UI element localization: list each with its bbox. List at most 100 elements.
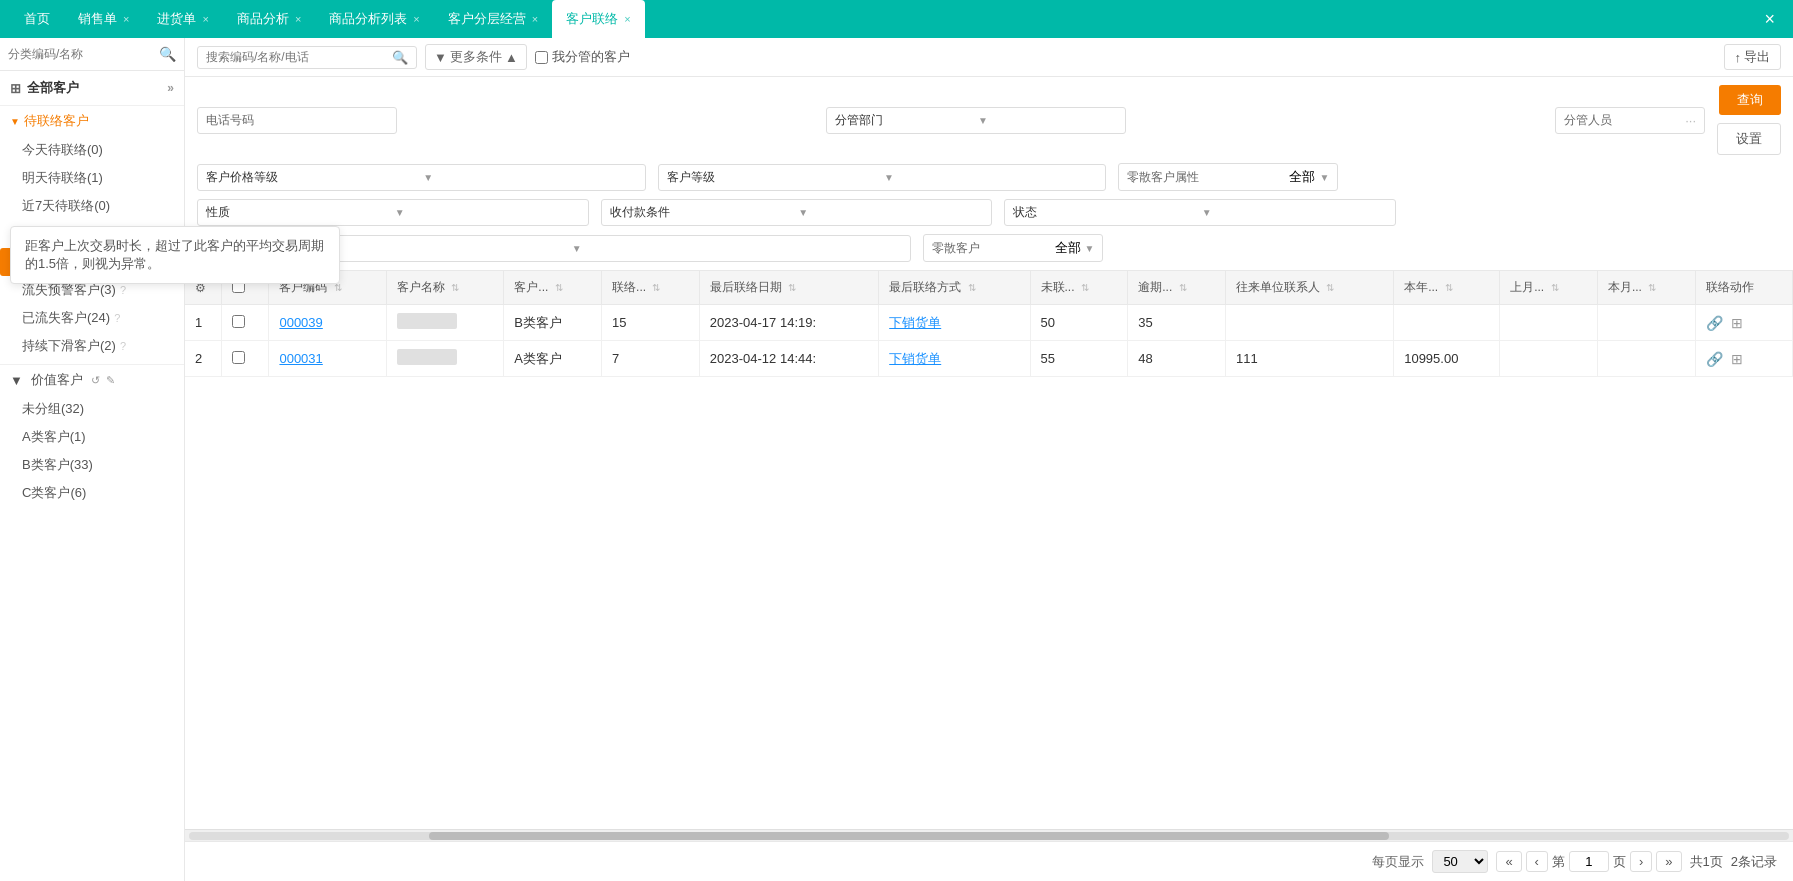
- more-conditions-button[interactable]: ▼ 更多条件 ▲: [425, 44, 527, 70]
- info-icon-3: ?: [114, 312, 120, 324]
- sidebar-item-lost[interactable]: 已流失客户(24) ?: [0, 304, 184, 332]
- sort-name[interactable]: ⇅: [451, 282, 459, 293]
- td-company-1: [1225, 305, 1393, 341]
- sidebar-item-class-b[interactable]: B类客户(33): [0, 451, 184, 479]
- sidebar-item-declining[interactable]: 持续下滑客户(2) ?: [0, 332, 184, 360]
- sidebar-search-input[interactable]: [8, 47, 159, 61]
- close-product-list-tab[interactable]: ×: [413, 0, 419, 38]
- info-icon-4: ?: [120, 340, 126, 352]
- action-link-icon-2[interactable]: 🔗: [1706, 351, 1723, 367]
- sidebar-item-today[interactable]: 今天待联络(0): [0, 136, 184, 164]
- nav-home[interactable]: 首页: [10, 0, 64, 38]
- my-customers-check[interactable]: [535, 51, 548, 64]
- td-last-method-1: 下销货单: [879, 305, 1030, 341]
- last-page-button[interactable]: »: [1656, 851, 1681, 872]
- sort-overdue[interactable]: ⇅: [1179, 282, 1187, 293]
- horizontal-scrollbar[interactable]: [185, 829, 1793, 841]
- close-sales-tab[interactable]: ×: [123, 0, 129, 38]
- tree-group-pending-label[interactable]: ▼ 待联络客户: [0, 106, 184, 136]
- sort-type[interactable]: ⇅: [555, 282, 563, 293]
- sort-last-month[interactable]: ⇅: [1551, 282, 1559, 293]
- action-link-icon-1[interactable]: 🔗: [1706, 315, 1723, 331]
- sort-last-date[interactable]: ⇅: [788, 282, 796, 293]
- sidebar-item-class-c[interactable]: C类客户(6): [0, 479, 184, 507]
- first-page-button[interactable]: «: [1496, 851, 1521, 872]
- th-this-month: 本月... ⇅: [1597, 271, 1695, 305]
- blurred-name-2: [397, 349, 457, 365]
- td-index-1: 1: [185, 305, 221, 341]
- close-customer-layer-tab[interactable]: ×: [532, 0, 538, 38]
- manager-dots[interactable]: ···: [1685, 113, 1696, 128]
- sidebar-item-class-a[interactable]: A类客户(1): [0, 423, 184, 451]
- td-this-month-2: [1597, 341, 1695, 377]
- action-grid-icon-1[interactable]: ⊞: [1731, 315, 1743, 331]
- sidebar-search-icon[interactable]: 🔍: [159, 46, 176, 62]
- th-contact-count: 联络... ⇅: [602, 271, 700, 305]
- prev-page-button[interactable]: ‹: [1526, 851, 1548, 872]
- last-method-link-2[interactable]: 下销货单: [889, 351, 941, 366]
- retail-customer-arrow[interactable]: ▼: [1085, 243, 1095, 254]
- price-grade-select[interactable]: 客户价格等级 ▼: [197, 164, 646, 191]
- sort-uncontacted[interactable]: ⇅: [1081, 282, 1089, 293]
- nav-product-list[interactable]: 商品分析列表 ×: [315, 0, 433, 38]
- refresh-icon[interactable]: ↺: [91, 374, 100, 387]
- query-button[interactable]: 查询: [1719, 85, 1781, 115]
- nav-customer-contact[interactable]: 客户联络 ×: [552, 0, 644, 38]
- sort-last-method[interactable]: ⇅: [968, 282, 976, 293]
- bottom-bar: 每页显示 50 100 « ‹ 第 页 › » 共1页 2条记录: [185, 841, 1793, 881]
- td-code-2[interactable]: 000031: [269, 341, 386, 377]
- td-last-month-1: [1500, 305, 1598, 341]
- table-area: ⚙ 客户编码 ⇅ 客户名称 ⇅ 客户... ⇅ 联络... ⇅ 最后联络日期 ⇅…: [185, 271, 1793, 829]
- edit-value-icon[interactable]: ✎: [106, 374, 115, 387]
- sort-contact[interactable]: ⇅: [652, 282, 660, 293]
- sidebar-value-customer-group[interactable]: ▼ 价值客户 ↺ ✎: [0, 364, 184, 395]
- sidebar-item-tomorrow[interactable]: 明天待联络(1): [0, 164, 184, 192]
- td-overdue-1: 35: [1128, 305, 1226, 341]
- arrow-icon-value: ▼: [10, 373, 23, 388]
- nav-sales[interactable]: 销售单 ×: [64, 0, 143, 38]
- window-close-button[interactable]: ×: [1756, 9, 1783, 30]
- sidebar-collapse-button[interactable]: »: [167, 81, 174, 95]
- export-button[interactable]: ↑ 导出: [1724, 44, 1782, 70]
- page-size-select[interactable]: 50 100: [1432, 850, 1488, 873]
- export-icon: ↑: [1735, 50, 1742, 65]
- main-search-icon[interactable]: 🔍: [392, 50, 408, 65]
- td-last-method-2: 下销货单: [879, 341, 1030, 377]
- page-number-input[interactable]: [1569, 851, 1609, 872]
- advanced-filter: 电话号码 分管部门 ▼ 分管人员 ··· 查询 设置: [185, 77, 1793, 271]
- td-code-1[interactable]: 000039: [269, 305, 386, 341]
- customer-type-arrow: ▼: [572, 243, 903, 254]
- main-search-input[interactable]: [206, 50, 388, 64]
- row2-checkbox[interactable]: [232, 351, 245, 364]
- close-customer-contact-tab[interactable]: ×: [624, 0, 630, 38]
- nav-customer-layer[interactable]: 客户分层经营 ×: [434, 0, 552, 38]
- settings-button[interactable]: 设置: [1717, 123, 1781, 155]
- dept-select[interactable]: 分管部门 ▼: [826, 107, 1126, 134]
- close-product-analysis-tab[interactable]: ×: [295, 0, 301, 38]
- sidebar-tree: ▼ 待联络客户 今天待联络(0) 明天待联络(1) 近7天待联络(0) 逾期未联…: [0, 106, 184, 881]
- payment-arrow: ▼: [798, 207, 983, 218]
- close-purchase-tab[interactable]: ×: [202, 0, 208, 38]
- td-this-month-1: [1597, 305, 1695, 341]
- my-customers-checkbox[interactable]: 我分管的客户: [535, 48, 630, 66]
- customer-grade-select[interactable]: 客户等级 ▼: [658, 164, 1107, 191]
- action-grid-icon-2[interactable]: ⊞: [1731, 351, 1743, 367]
- retail-attr-arrow[interactable]: ▼: [1319, 172, 1329, 183]
- gender-select[interactable]: 性质 ▼: [197, 199, 589, 226]
- next-page-button[interactable]: ›: [1630, 851, 1652, 872]
- sort-company[interactable]: ⇅: [1326, 282, 1334, 293]
- sidebar-item-unclassified[interactable]: 未分组(32): [0, 395, 184, 423]
- status-select[interactable]: 状态 ▼: [1004, 199, 1396, 226]
- scroll-thumb[interactable]: [429, 832, 1389, 840]
- top-nav: 首页 销售单 × 进货单 × 商品分析 × 商品分析列表 × 客户分层经营 × …: [0, 0, 1793, 38]
- payment-select[interactable]: 收付款条件 ▼: [601, 199, 993, 226]
- sidebar-item-7days[interactable]: 近7天待联络(0): [0, 192, 184, 220]
- sort-this-month[interactable]: ⇅: [1648, 282, 1656, 293]
- row1-checkbox[interactable]: [232, 315, 245, 328]
- nav-purchase[interactable]: 进货单 ×: [143, 0, 222, 38]
- nav-product-analysis[interactable]: 商品分析 ×: [223, 0, 315, 38]
- last-method-link-1[interactable]: 下销货单: [889, 315, 941, 330]
- th-company-contact: 往来单位联系人 ⇅: [1225, 271, 1393, 305]
- phone-input[interactable]: [260, 113, 388, 127]
- sort-this-year[interactable]: ⇅: [1445, 282, 1453, 293]
